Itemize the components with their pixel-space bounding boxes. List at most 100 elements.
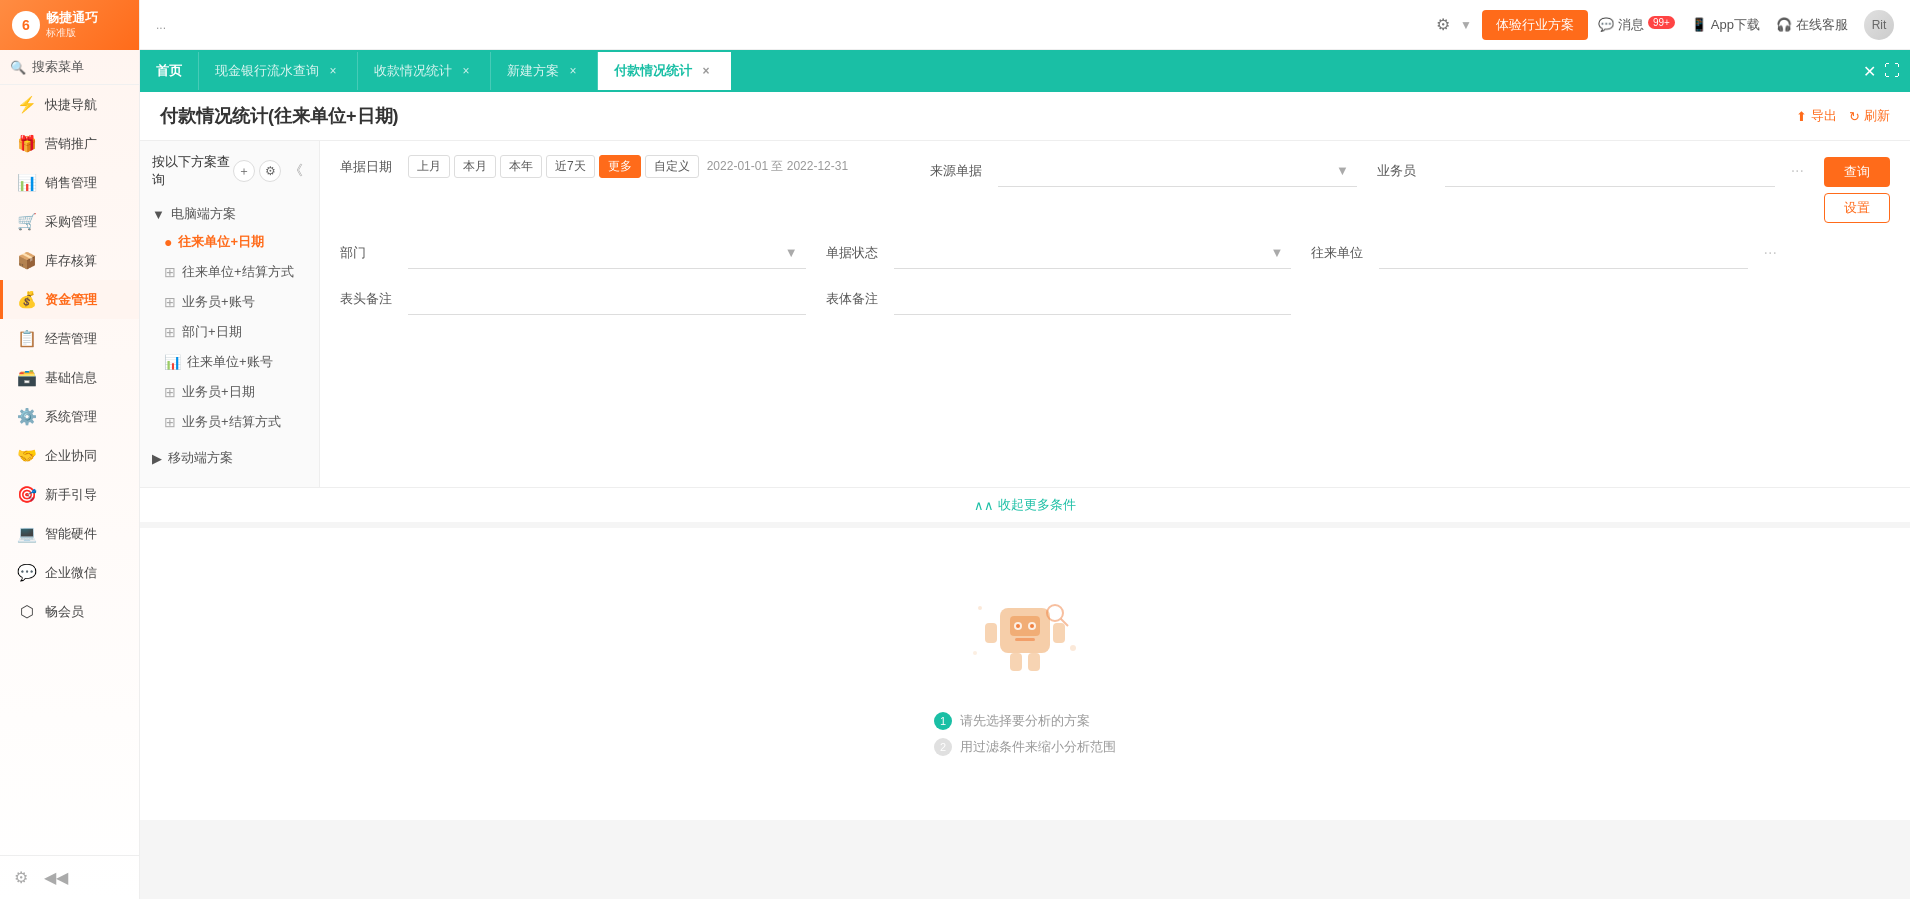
tab-receivable[interactable]: 收款情况统计 × bbox=[358, 52, 491, 90]
date-custom-btn[interactable]: 自定义 bbox=[645, 155, 699, 178]
scheme-unit-settle[interactable]: ⊞ 往来单位+结算方式 bbox=[152, 257, 307, 287]
scheme-unit-date[interactable]: ● 往来单位+日期 bbox=[152, 227, 307, 257]
edit-scheme-btn[interactable]: ⚙ bbox=[259, 160, 281, 182]
page-title: 付款情况统计(往来单位+日期) bbox=[160, 104, 399, 128]
sidebar-item-sales[interactable]: 📊 销售管理 bbox=[0, 163, 139, 202]
sidebar-item-purchase[interactable]: 🛒 采购管理 bbox=[0, 202, 139, 241]
unit-label: 往来单位 bbox=[1311, 244, 1371, 262]
scheme-staff-settle[interactable]: ⊞ 业务员+结算方式 bbox=[152, 407, 307, 437]
app-logo: 6 bbox=[12, 11, 40, 39]
scheme-unit-account[interactable]: 📊 往来单位+账号 bbox=[152, 347, 307, 377]
body-note-input[interactable] bbox=[894, 283, 1292, 315]
sidebar-item-hardware[interactable]: 💻 智能硬件 bbox=[0, 514, 139, 553]
refresh-icon: ↻ bbox=[1849, 109, 1860, 124]
unit-input[interactable] bbox=[1379, 237, 1747, 269]
sidebar-item-inventory[interactable]: 📦 库存核算 bbox=[0, 241, 139, 280]
tab-fullscreen-btn[interactable]: ⛶ bbox=[1884, 62, 1900, 80]
export-btn[interactable]: ⬆ 导出 bbox=[1796, 107, 1837, 125]
source-select[interactable]: ▼ bbox=[998, 155, 1357, 187]
svg-rect-8 bbox=[1053, 623, 1065, 643]
date-label: 单据日期 bbox=[340, 158, 400, 176]
sidebar-collapse-btn[interactable]: ◀◀ bbox=[40, 864, 72, 891]
mobile-scheme-label: 移动端方案 bbox=[168, 449, 233, 467]
sidebar-settings-btn[interactable]: ⚙ bbox=[10, 864, 32, 891]
tab-receivable-close[interactable]: × bbox=[458, 63, 474, 79]
search-menu-label: 搜索菜单 bbox=[32, 58, 84, 76]
sidebar-item-quick-nav[interactable]: ⚡ 快捷导航 bbox=[0, 85, 139, 124]
main-area: ... ⚙ ▼ 体验行业方案 💬 消息 99+ 📱 App下载 🎧 在线客服 R… bbox=[140, 0, 1910, 899]
app-download-btn[interactable]: 📱 App下载 bbox=[1691, 16, 1760, 34]
tab-new-scheme-close[interactable]: × bbox=[565, 63, 581, 79]
filter-row-2: 部门 ▼ 单据状态 ▼ bbox=[340, 237, 1890, 269]
add-scheme-btn[interactable]: ＋ bbox=[233, 160, 255, 182]
sidebar-footer: ⚙ ◀◀ bbox=[0, 855, 139, 899]
online-service-btn[interactable]: 🎧 在线客服 bbox=[1776, 16, 1848, 34]
date-more-btn[interactable]: 更多 bbox=[599, 155, 641, 178]
date-this-month-btn[interactable]: 本月 bbox=[454, 155, 496, 178]
filter-actions: 查询 设置 bbox=[1824, 155, 1890, 223]
messages-btn[interactable]: 💬 消息 99+ bbox=[1598, 16, 1675, 34]
filter-settings-btn[interactable]: 设置 bbox=[1824, 193, 1890, 223]
messages-label: 消息 bbox=[1618, 16, 1644, 34]
sidebar-item-guide[interactable]: 🎯 新手引导 bbox=[0, 475, 139, 514]
scheme-staff-account-label: 业务员+账号 bbox=[182, 293, 255, 311]
tab-home[interactable]: 首页 bbox=[140, 52, 199, 90]
tab-bank-flow-close[interactable]: × bbox=[325, 63, 341, 79]
bank-flow-tab-label: 现金银行流水查询 bbox=[215, 62, 319, 80]
refresh-btn[interactable]: ↻ 刷新 bbox=[1849, 107, 1890, 125]
doc-status-select[interactable]: ▼ bbox=[894, 237, 1292, 269]
tab-bank-flow[interactable]: 现金银行流水查询 × bbox=[199, 52, 358, 90]
unit-dots-btn[interactable]: ··· bbox=[1764, 244, 1777, 262]
user-avatar[interactable]: Rit bbox=[1864, 10, 1894, 40]
svg-rect-7 bbox=[985, 623, 997, 643]
page-content: 付款情况统计(往来单位+日期) ⬆ 导出 ↻ 刷新 按以下方案查询 bbox=[140, 92, 1910, 899]
scheme-staff-settle-icon: ⊞ bbox=[164, 414, 176, 430]
scheme-staff-account[interactable]: ⊞ 业务员+账号 bbox=[152, 287, 307, 317]
industry-btn[interactable]: 体验行业方案 bbox=[1482, 10, 1588, 40]
scheme-dept-date[interactable]: ⊞ 部门+日期 bbox=[152, 317, 307, 347]
search-menu[interactable]: 🔍 搜索菜单 bbox=[0, 50, 139, 85]
collapse-more-btn[interactable]: ∧∧ 收起更多条件 bbox=[140, 487, 1910, 522]
sidebar-item-inventory-label: 库存核算 bbox=[45, 252, 97, 270]
sidebar-item-operations[interactable]: 📋 经营管理 bbox=[0, 319, 139, 358]
marketing-icon: 🎁 bbox=[17, 134, 37, 153]
filter-sidebar-actions: ＋ ⚙ 《 bbox=[233, 160, 307, 182]
tab-close-all-btn[interactable]: ✕ bbox=[1863, 62, 1876, 81]
topbar-divider: ▼ bbox=[1460, 18, 1472, 32]
scheme-staff-date[interactable]: ⊞ 业务员+日期 bbox=[152, 377, 307, 407]
category-collapse-icon: ▼ bbox=[152, 207, 165, 222]
body-note-label: 表体备注 bbox=[826, 290, 886, 308]
source-label: 来源单据 bbox=[930, 162, 990, 180]
sidebar-item-basic-info[interactable]: 🗃️ 基础信息 bbox=[0, 358, 139, 397]
sidebar-item-wechat-label: 企业微信 bbox=[45, 564, 97, 582]
sidebar-header: 6 畅捷通巧 标准版 bbox=[0, 0, 139, 50]
tab-new-scheme[interactable]: 新建方案 × bbox=[491, 52, 598, 90]
sidebar-item-member[interactable]: ⬡ 畅会员 bbox=[0, 592, 139, 631]
date-7days-btn[interactable]: 近7天 bbox=[546, 155, 595, 178]
refresh-label: 刷新 bbox=[1864, 107, 1890, 125]
date-this-year-btn[interactable]: 本年 bbox=[500, 155, 542, 178]
sidebar-item-marketing-label: 营销推广 bbox=[45, 135, 97, 153]
breadcrumb: ... bbox=[156, 18, 1426, 32]
sidebar-item-enterprise[interactable]: 🤝 企业协同 bbox=[0, 436, 139, 475]
svg-rect-6 bbox=[1015, 638, 1035, 641]
system-icon: ⚙️ bbox=[17, 407, 37, 426]
sidebar-item-marketing[interactable]: 🎁 营销推广 bbox=[0, 124, 139, 163]
tab-payment-stat-close[interactable]: × bbox=[698, 63, 714, 79]
tab-payment-stat[interactable]: 付款情况统计 × bbox=[598, 52, 731, 90]
collapse-sidebar-btn[interactable]: 《 bbox=[285, 160, 307, 182]
staff-input[interactable] bbox=[1445, 155, 1775, 187]
sidebar-item-finance[interactable]: 💰 资金管理 bbox=[0, 280, 139, 319]
topbar-settings-icon[interactable]: ⚙ bbox=[1436, 15, 1450, 34]
query-btn[interactable]: 查询 bbox=[1824, 157, 1890, 187]
sidebar: 6 畅捷通巧 标准版 🔍 搜索菜单 ⚡ 快捷导航 🎁 营销推广 📊 销售管理 🛒… bbox=[0, 0, 140, 899]
desktop-scheme-header[interactable]: ▼ 电脑端方案 bbox=[152, 201, 307, 227]
staff-dots-btn[interactable]: ··· bbox=[1791, 162, 1804, 180]
finance-icon: 💰 bbox=[17, 290, 37, 309]
dept-select[interactable]: ▼ bbox=[408, 237, 806, 269]
sidebar-item-system[interactable]: ⚙️ 系统管理 bbox=[0, 397, 139, 436]
mobile-scheme-header[interactable]: ▶ 移动端方案 bbox=[152, 445, 307, 471]
date-last-month-btn[interactable]: 上月 bbox=[408, 155, 450, 178]
sidebar-item-wechat[interactable]: 💬 企业微信 bbox=[0, 553, 139, 592]
header-note-input[interactable] bbox=[408, 283, 806, 315]
